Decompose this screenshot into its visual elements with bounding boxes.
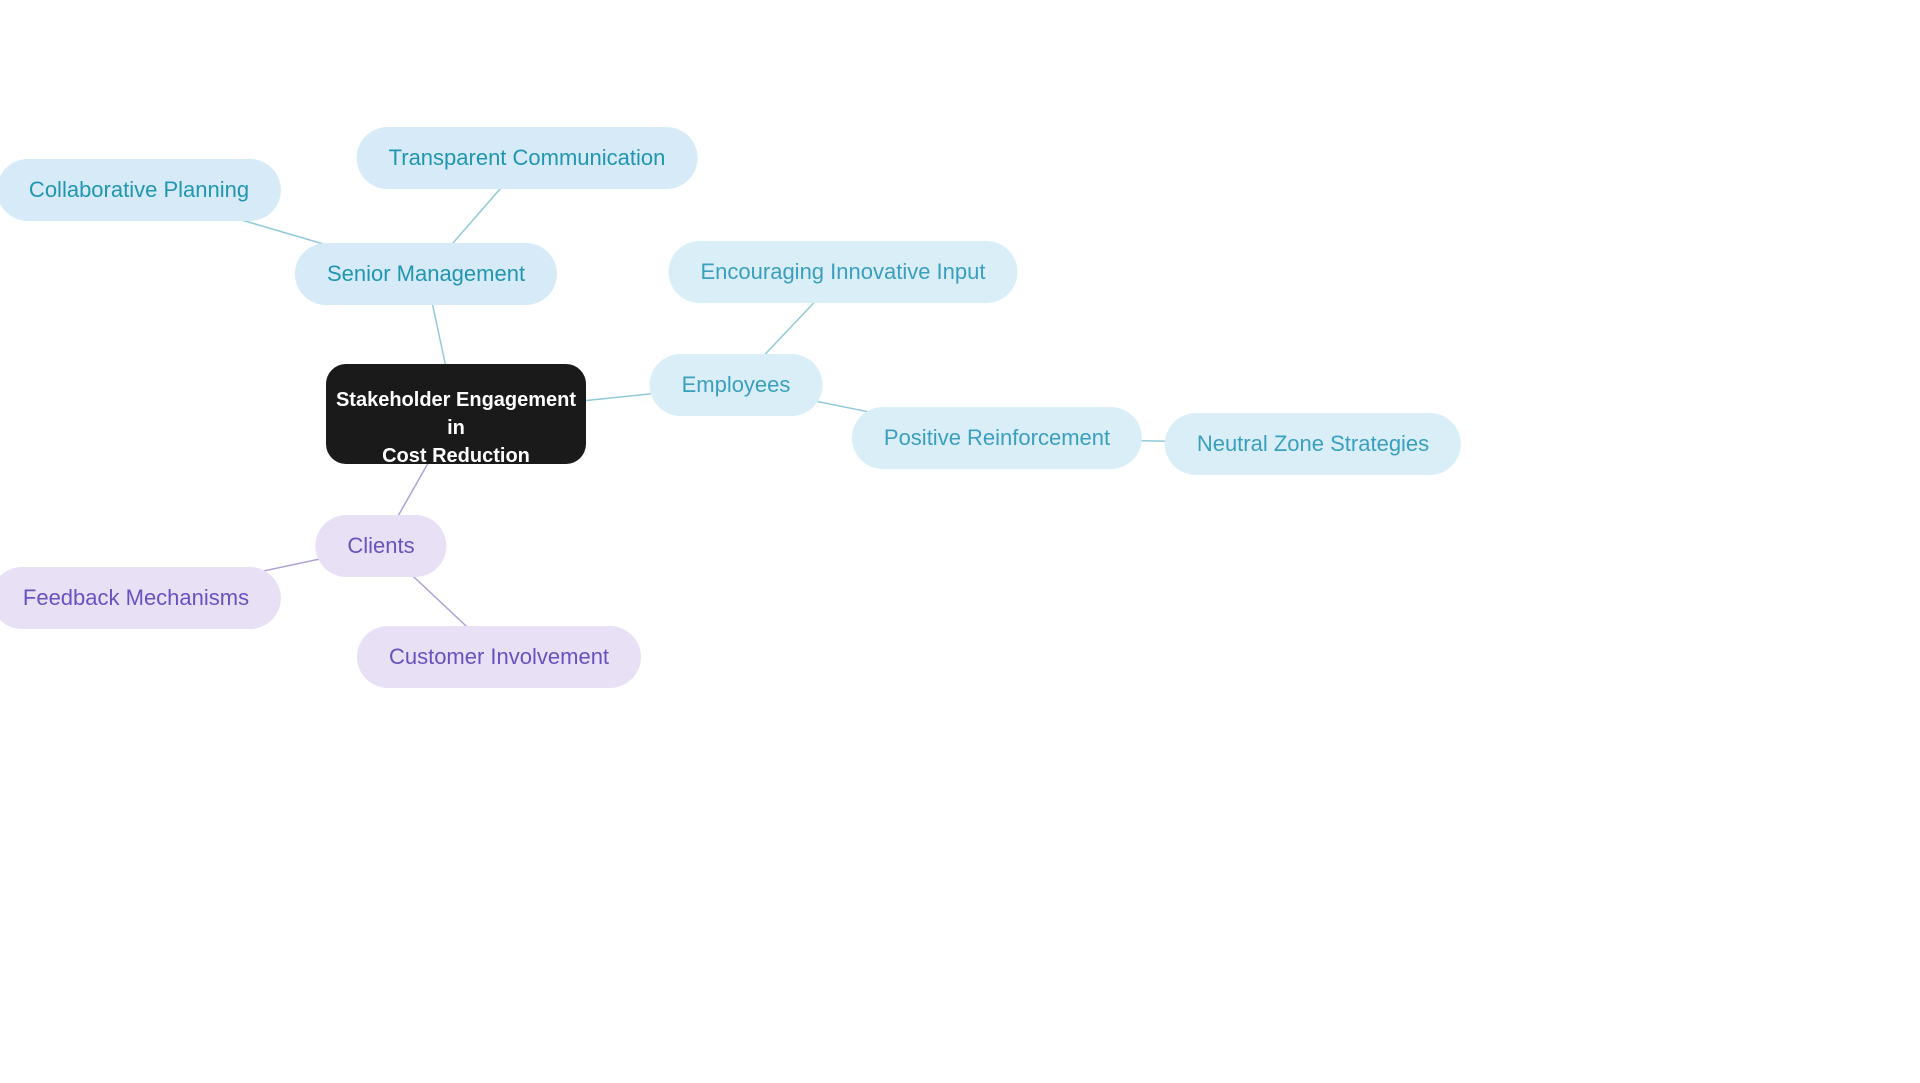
senior-management-node[interactable]: Senior Management: [295, 243, 557, 305]
clients-node[interactable]: Clients: [315, 515, 446, 577]
employees-node[interactable]: Employees: [650, 354, 823, 416]
center-node[interactable]: Stakeholder Engagement inCost Reduction: [326, 364, 586, 464]
encouraging-innovative-node[interactable]: Encouraging Innovative Input: [669, 241, 1018, 303]
collaborative-planning-node[interactable]: Collaborative Planning: [0, 159, 281, 221]
neutral-zone-node[interactable]: Neutral Zone Strategies: [1165, 413, 1461, 475]
transparent-communication-node[interactable]: Transparent Communication: [357, 127, 698, 189]
feedback-mechanisms-node[interactable]: Feedback Mechanisms: [0, 567, 281, 629]
positive-reinforcement-node[interactable]: Positive Reinforcement: [852, 407, 1142, 469]
customer-involvement-node[interactable]: Customer Involvement: [357, 626, 641, 688]
